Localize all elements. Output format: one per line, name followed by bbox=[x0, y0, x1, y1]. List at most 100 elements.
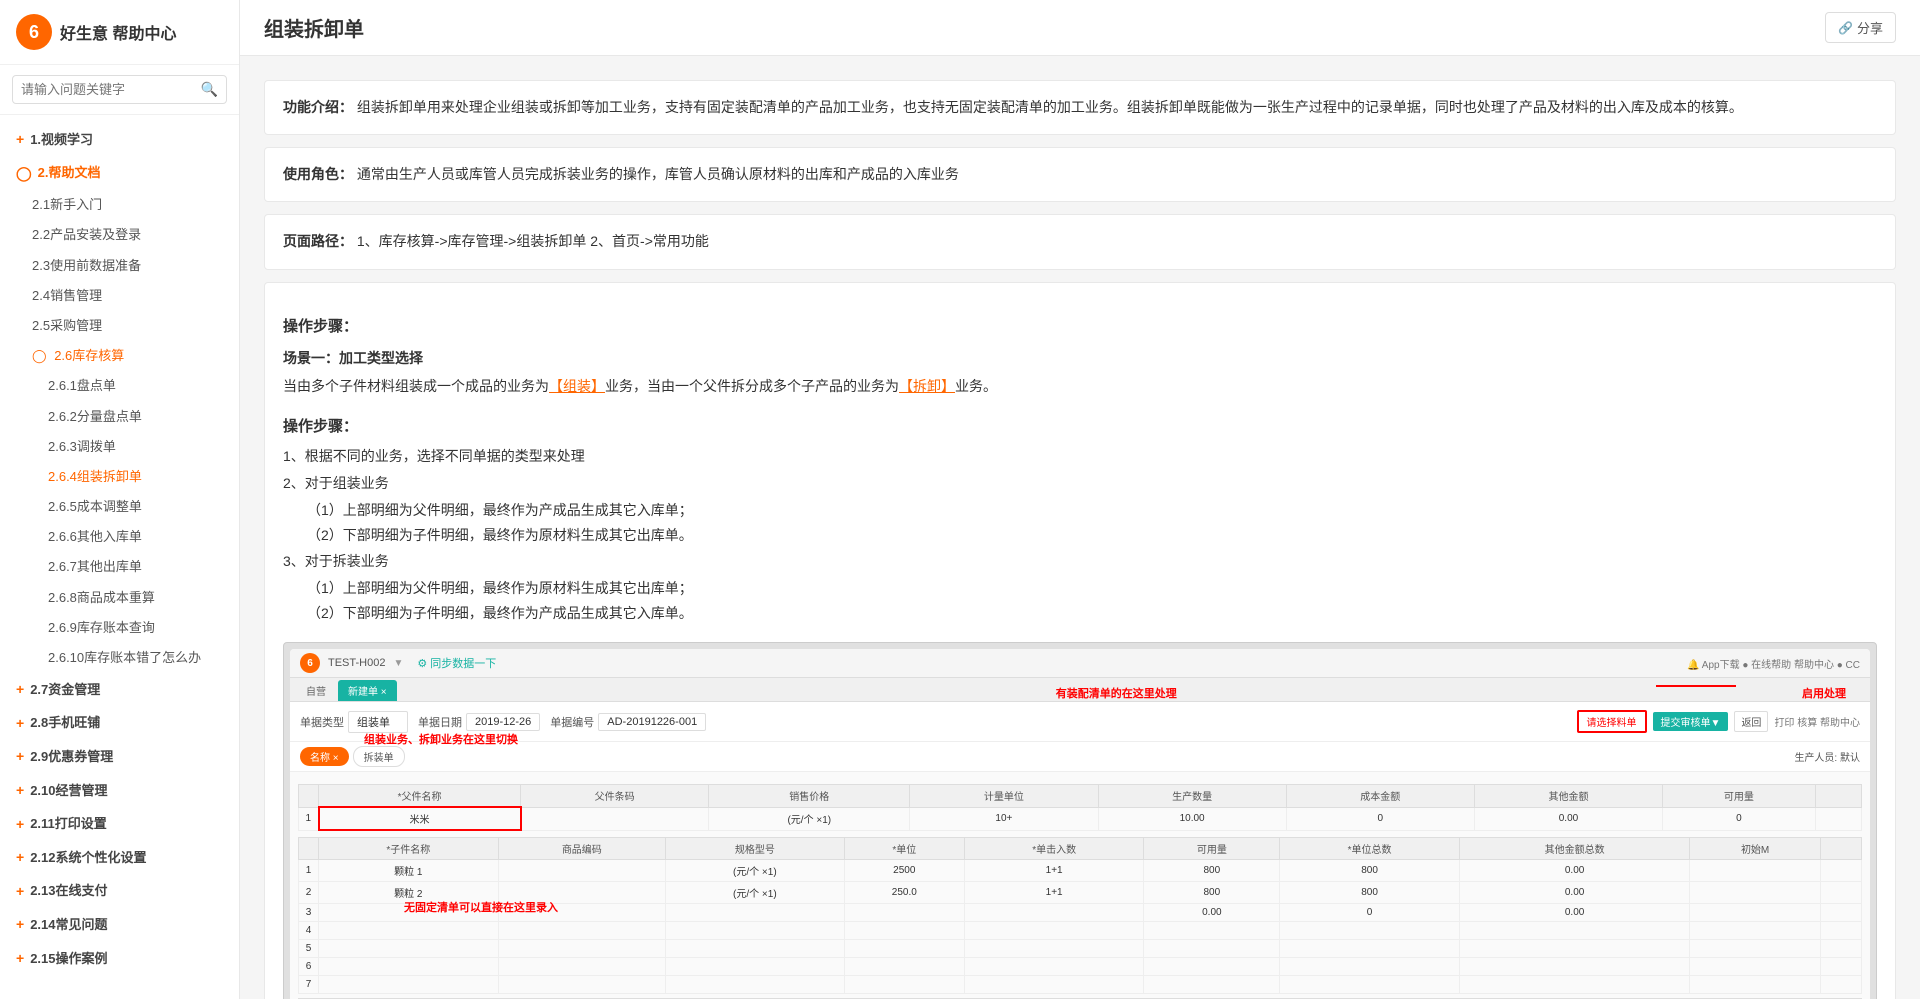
col-child-action bbox=[1820, 838, 1861, 860]
cell-child-avail2: 800 bbox=[1144, 882, 1280, 904]
expand-icon: + bbox=[16, 781, 24, 801]
col-child-click-count: *单击入数 bbox=[964, 838, 1144, 860]
role-label: 使用角色： bbox=[283, 166, 353, 182]
cell-child-spec1: (元/个 ×1) bbox=[665, 860, 844, 882]
sidebar-item-stockquery[interactable]: 2.6.9库存账本查询 bbox=[0, 613, 239, 643]
sidebar-item-purchase[interactable]: 2.5采购管理 bbox=[0, 311, 239, 341]
col-avail: 可用量 bbox=[1663, 785, 1816, 808]
step-2-1: （1）上部明细为父件明细，最终作为产成品生成其它入库单； bbox=[307, 498, 1877, 523]
mock-select-bom[interactable]: 请选择料单 bbox=[1577, 710, 1647, 733]
col-child-code: 商品编码 bbox=[498, 838, 665, 860]
intro-label: 功能介绍： bbox=[283, 99, 353, 115]
cell-barcode bbox=[521, 807, 709, 830]
cell-child-cc1: 1+1 bbox=[964, 860, 1144, 882]
mock-nav-home[interactable]: 自营 bbox=[298, 680, 334, 701]
col-other-amt: 其他金额 bbox=[1474, 785, 1662, 808]
annotation-right: 启用处理 bbox=[1802, 685, 1846, 701]
expand-icon: + bbox=[16, 747, 24, 767]
sidebar-item-otherin[interactable]: 2.6.6其他入库单 bbox=[0, 522, 239, 552]
sidebar-item-custom[interactable]: + 2.12系统个性化设置 bbox=[0, 841, 239, 875]
sidebar-item-coupon[interactable]: + 2.9优惠券管理 bbox=[0, 740, 239, 774]
mock-app-header: 6 TEST-H002 ▼ ⚙ 同步数据一下 🔔 App下载 ● 在线帮助 帮助… bbox=[290, 649, 1870, 678]
cell-price: (元/个 ×1) bbox=[709, 807, 910, 830]
mock-nav-new[interactable]: 新建单 × bbox=[338, 680, 397, 701]
search-input[interactable] bbox=[21, 82, 201, 97]
sidebar-item-onlinepay[interactable]: + 2.13在线支付 bbox=[0, 875, 239, 909]
step-2-2: （2）下部明细为子件明细，最终作为原材料生成其它出库单。 bbox=[307, 523, 1877, 548]
col-cost-amt: 成本金额 bbox=[1286, 785, 1474, 808]
sidebar-item-accounterr[interactable]: 2.6.10库存账本错了怎么办 bbox=[0, 643, 239, 673]
table-row: 6 bbox=[299, 958, 1862, 976]
sidebar-item-otherout[interactable]: 2.6.7其他出库单 bbox=[0, 552, 239, 582]
scenario1-title: 场景一：加工类型选择 bbox=[283, 348, 1877, 368]
sidebar-item-sales[interactable]: 2.4销售管理 bbox=[0, 281, 239, 311]
mock-tabs-row: 名称 × 拆装单 生产人员: 默认 bbox=[290, 742, 1870, 772]
search-icon[interactable]: 🔍 bbox=[201, 81, 218, 98]
sidebar-item-cases[interactable]: + 2.15操作案例 bbox=[0, 942, 239, 976]
steps-list: 1、根据不同的业务，选择不同单据的类型来处理 2、对于组装业务 （1）上部明细为… bbox=[283, 444, 1877, 626]
role-block: 使用角色： 通常由生产人员或库管人员完成拆装业务的操作，库管人员确认原材料的出库… bbox=[264, 147, 1896, 202]
expand-icon: + bbox=[16, 815, 24, 835]
mock-submit-btn[interactable]: 提交审核单▼ bbox=[1653, 712, 1729, 731]
cell-prod-qty: 10.00 bbox=[1098, 807, 1286, 830]
cell-child-cc2: 1+1 bbox=[964, 882, 1144, 904]
sidebar-item-mobile[interactable]: + 2.8手机旺铺 bbox=[0, 707, 239, 741]
field-date-label: 单据日期 bbox=[418, 714, 462, 730]
page-title: 组装拆卸单 bbox=[264, 13, 364, 42]
mock-right-info: 生产人员: 默认 bbox=[1794, 749, 1860, 764]
sidebar-item-transfer[interactable]: 2.6.3调拨单 bbox=[0, 432, 239, 462]
assembly-link[interactable]: 【组装】 bbox=[549, 378, 605, 394]
sidebar-item-finance[interactable]: + 2.7资金管理 bbox=[0, 673, 239, 707]
ops-title: 操作步骤： bbox=[283, 315, 1877, 336]
sidebar-item-video[interactable]: + 1.视频学习 bbox=[0, 123, 239, 157]
sidebar-item-inventory[interactable]: ◯ 2.6库存核算 bbox=[0, 341, 239, 371]
expand-icon: + bbox=[16, 714, 24, 734]
sidebar-item-assembly[interactable]: 2.6.4组装拆卸单 bbox=[0, 462, 239, 492]
sidebar-item-prepare[interactable]: 2.3使用前数据准备 bbox=[0, 251, 239, 281]
expand-icon: + bbox=[16, 882, 24, 902]
expand-icon: + bbox=[16, 949, 24, 969]
col-select2 bbox=[299, 838, 319, 860]
minus-icon-inventory: ◯ bbox=[32, 348, 47, 363]
ops-steps-title: 操作步骤： bbox=[283, 415, 1877, 436]
sidebar-item-stockcount[interactable]: 2.6.1盘点单 bbox=[0, 371, 239, 401]
disassembly-link[interactable]: 【拆卸】 bbox=[899, 378, 955, 394]
share-button[interactable]: 🔗 分享 bbox=[1825, 12, 1896, 43]
ops-section: 操作步骤： 场景一：加工类型选择 当由多个子件材料组装成一个成品的业务为【组装】… bbox=[264, 282, 1896, 999]
cell-child-name1: 颗粒 1 bbox=[319, 860, 499, 882]
expand-icon: + bbox=[16, 915, 24, 935]
sidebar-item-docs[interactable]: ◯ 2.帮助文档 bbox=[0, 157, 239, 191]
arrow-top-line bbox=[1656, 685, 1736, 687]
cell-unit: 10+ bbox=[910, 807, 1098, 830]
sidebar-item-costrecalc[interactable]: 2.6.8商品成本重算 bbox=[0, 583, 239, 613]
sidebar-item-print[interactable]: + 2.11打印设置 bbox=[0, 808, 239, 842]
cell-avail3: 0.00 bbox=[1144, 904, 1280, 922]
intro-block: 功能介绍： 组装拆卸单用来处理企业组装或拆卸等加工业务，支持有固定装配清单的产品… bbox=[264, 80, 1896, 135]
cell-child-total2: 800 bbox=[1280, 882, 1460, 904]
mock-form-row1: 单据类型 组装单 单据日期 2019-12-26 单据编号 AD-2019122… bbox=[300, 710, 1860, 733]
sidebar: 6 好生意 帮助中心 🔍 + 1.视频学习 ◯ 2.帮助文档 2.1新手入门 2… bbox=[0, 0, 240, 999]
sidebar-item-partialcount[interactable]: 2.6.2分量盘点单 bbox=[0, 402, 239, 432]
col-parent-name: *父件名称 bbox=[319, 785, 521, 808]
sidebar-item-ops[interactable]: + 2.10经营管理 bbox=[0, 774, 239, 808]
mock-tab-disassembly[interactable]: 拆装单 bbox=[353, 746, 405, 767]
cell-child-total1: 800 bbox=[1280, 860, 1460, 882]
cell-child-unit1: 2500 bbox=[844, 860, 964, 882]
sidebar-item-install[interactable]: 2.2产品安装及登录 bbox=[0, 220, 239, 250]
col-child-other-total: 其他金额总数 bbox=[1459, 838, 1689, 860]
mock-tab-name[interactable]: 名称 × bbox=[300, 747, 349, 766]
sidebar-item-faq[interactable]: + 2.14常见问题 bbox=[0, 908, 239, 942]
field-date-value[interactable]: 2019-12-26 bbox=[466, 713, 540, 731]
annotation-tabs: 组装业务、拆卸业务在这里切换 bbox=[364, 731, 518, 747]
table-row: 5 bbox=[299, 940, 1862, 958]
content-area: 功能介绍： 组装拆卸单用来处理企业组装或拆卸等加工业务，支持有固定装配清单的产品… bbox=[240, 56, 1920, 999]
mock-field-num: 单据编号 AD-20191226-001 bbox=[550, 713, 706, 731]
col-child-unit: *单位 bbox=[844, 838, 964, 860]
field-num-value[interactable]: AD-20191226-001 bbox=[598, 713, 706, 731]
field-type-value[interactable]: 组装单 bbox=[348, 711, 408, 733]
mock-back-btn[interactable]: 返回 bbox=[1734, 711, 1768, 732]
col-child-initial: 初始M bbox=[1690, 838, 1821, 860]
mock-company: TEST-H002 bbox=[328, 657, 385, 669]
sidebar-item-new[interactable]: 2.1新手入门 bbox=[0, 190, 239, 220]
sidebar-item-costadj[interactable]: 2.6.5成本调整单 bbox=[0, 492, 239, 522]
